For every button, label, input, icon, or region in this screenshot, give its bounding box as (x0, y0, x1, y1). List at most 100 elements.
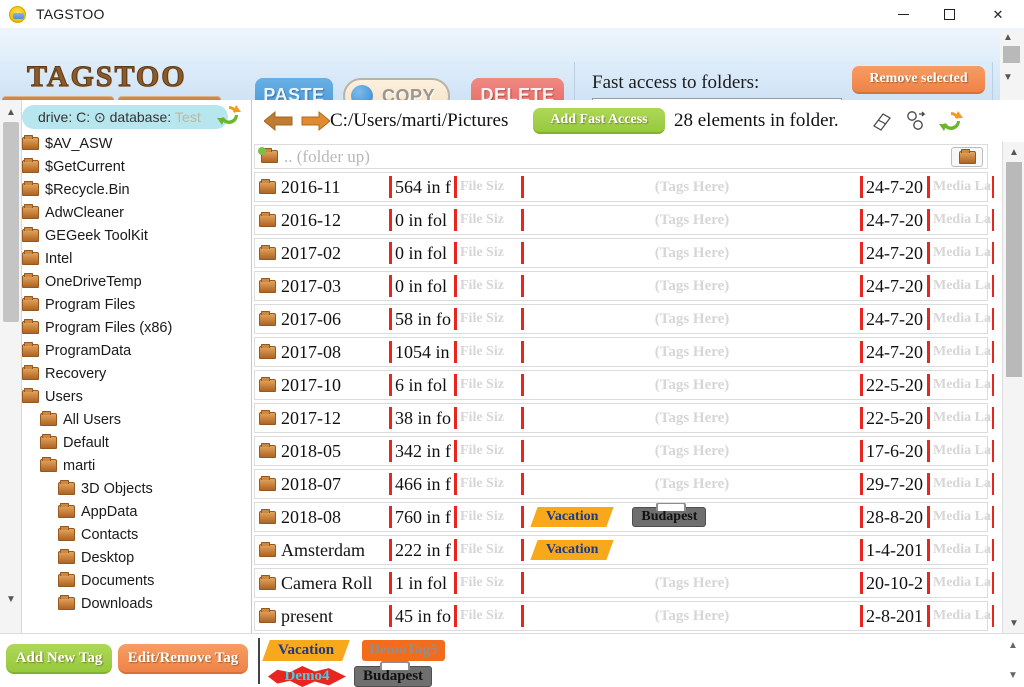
list-scroll-thumb[interactable] (1006, 162, 1022, 377)
arrow-left-icon[interactable] (264, 110, 294, 132)
tag-chip-vacation[interactable]: Vacation (530, 507, 615, 527)
sidebar-scroll-down-arrow[interactable]: ▼ (3, 591, 19, 607)
top-scrollbar[interactable]: ▲ ▼ (1000, 30, 1024, 100)
sidebar-item-getcurrent[interactable]: $GetCurrent (22, 155, 251, 178)
table-row[interactable]: 2016-11 564 in f File Siz (Tags Here) 24-7-2… (254, 172, 994, 202)
close-button[interactable]: ✕ (972, 0, 1024, 28)
row-tags-cell[interactable]: (Tags Here) (524, 239, 860, 267)
row-tags-cell[interactable]: (Tags Here) (524, 602, 860, 630)
edit-remove-tag-button[interactable]: Edit/Remove Tag (118, 644, 248, 674)
sidebar-item-contacts[interactable]: Contacts (22, 523, 251, 546)
row-tags-cell[interactable]: (Tags Here) (524, 272, 860, 300)
tag-chip-vacation[interactable]: Vacation (262, 640, 350, 661)
row-tags-cell[interactable]: (Tags Here) (524, 173, 860, 201)
sidebar-item-all-users[interactable]: All Users (22, 408, 251, 431)
sidebar-item-recycle-bin[interactable]: $Recycle.Bin (22, 178, 251, 201)
sidebar-item-marti[interactable]: marti (22, 454, 251, 477)
tag-chip-budapest[interactable]: Budapest (632, 503, 707, 527)
tag-chip-demo4[interactable]: Demo4 (268, 666, 346, 687)
swap-circles-icon[interactable] (904, 109, 928, 138)
sidebar-item-programdata[interactable]: ProgramData (22, 339, 251, 362)
sidebar-item-3d-objects[interactable]: 3D Objects (22, 477, 251, 500)
table-row[interactable]: 2017-06 58 in fo File Siz (Tags Here) 24-7-2… (254, 304, 994, 334)
sidebar-item-program-files-x86[interactable]: Program Files (x86) (22, 316, 251, 339)
arrow-right-icon[interactable] (300, 110, 330, 132)
sidebar-item-desktop[interactable]: Desktop (22, 546, 251, 569)
list-scroll-down-arrow[interactable]: ▼ (1006, 616, 1022, 630)
maximize-button[interactable] (926, 0, 972, 28)
row-tags-cell[interactable]: (Tags Here) (524, 338, 860, 366)
column-resize-handle[interactable] (992, 275, 994, 297)
minimize-button[interactable] (880, 0, 926, 28)
copy-toggle-button[interactable]: COPY (343, 78, 450, 100)
top-scroll-down-arrow[interactable]: ▼ (1003, 72, 1013, 83)
table-row[interactable]: 2017-10 6 in fol File Siz (Tags Here) 22-5-2… (254, 370, 994, 400)
table-row[interactable]: present 45 in fo File Siz (Tags Here) 2-8-20… (254, 601, 994, 631)
refresh-icon[interactable] (938, 108, 964, 139)
delete-button[interactable]: DELETE (471, 78, 564, 100)
column-resize-handle[interactable] (992, 473, 994, 495)
row-tags-cell[interactable]: (Tags Here) (524, 437, 860, 465)
column-resize-handle[interactable] (992, 605, 994, 627)
table-row[interactable]: 2017-03 0 in fol File Siz (Tags Here) 24-7-2… (254, 271, 994, 301)
open-folder-icon[interactable] (951, 147, 983, 167)
sidebar-item-recovery[interactable]: Recovery (22, 362, 251, 385)
sidebar-item-intel[interactable]: Intel (22, 247, 251, 270)
table-row[interactable]: Amsterdam 222 in f File Siz Vacation 1-4-201… (254, 535, 994, 565)
row-tags-cell[interactable]: (Tags Here) (524, 371, 860, 399)
sidebar-scroll-thumb[interactable] (3, 122, 19, 322)
add-new-tag-button[interactable]: Add New Tag (6, 644, 112, 674)
table-row[interactable]: 2017-12 38 in fo File Siz (Tags Here) 22-5-2… (254, 403, 994, 433)
table-row[interactable]: Camera Roll 1 in fol File Siz (Tags Here) 20… (254, 568, 994, 598)
file-list-scrollbar[interactable]: ▲ ▼ (1002, 142, 1024, 633)
sidebar-item-gegeek-toolkit[interactable]: GEGeek ToolKit (22, 224, 251, 247)
tag-panel-scroll-up-arrow[interactable]: ▲ (1005, 638, 1021, 652)
sidebar-item-av-asw[interactable]: $AV_ASW (22, 132, 251, 155)
sidebar-item-program-files[interactable]: Program Files (22, 293, 251, 316)
remove-selected-button[interactable]: Remove selected (852, 66, 985, 94)
row-tags-cell[interactable]: (Tags Here) (524, 470, 860, 498)
tag-panel-scroll-down-arrow[interactable]: ▼ (1005, 668, 1021, 682)
table-row[interactable]: 2017-08 1054 in File Siz (Tags Here) 24-7-20… (254, 337, 994, 367)
column-resize-handle[interactable] (992, 176, 994, 198)
sidebar-item-documents[interactable]: Documents (22, 569, 251, 592)
column-resize-handle[interactable] (992, 209, 994, 231)
sidebar-item-default[interactable]: Default (22, 431, 251, 454)
copy-toggle-knob[interactable] (351, 85, 373, 100)
row-tags-cell[interactable]: (Tags Here) (524, 206, 860, 234)
column-resize-handle[interactable] (992, 506, 994, 528)
column-resize-handle[interactable] (992, 242, 994, 264)
add-fast-access-button[interactable]: Add Fast Access (533, 108, 665, 134)
tag-chip-budapest[interactable]: Budapest (354, 661, 433, 687)
tag-chip-demotag5[interactable]: DemoTag5 (362, 640, 445, 661)
sidebar-item-downloads[interactable]: Downloads (22, 592, 251, 615)
table-row[interactable]: 2018-05 342 in f File Siz (Tags Here) 17-6-2… (254, 436, 994, 466)
sidebar-scroll-up-arrow[interactable]: ▲ (3, 104, 19, 120)
row-tags-cell[interactable]: Vacation (524, 536, 860, 564)
row-tags-cell[interactable]: (Tags Here) (524, 305, 860, 333)
column-resize-handle[interactable] (992, 407, 994, 429)
table-row[interactable]: 2017-02 0 in fol File Siz (Tags Here) 24-7-2… (254, 238, 994, 268)
column-resize-handle[interactable] (992, 440, 994, 462)
top-scroll-thumb[interactable] (1003, 46, 1020, 63)
table-row[interactable]: 2016-12 0 in fol File Siz (Tags Here) 24-7-2… (254, 205, 994, 235)
list-scroll-up-arrow[interactable]: ▲ (1006, 145, 1022, 159)
sidebar-item-onedrivetemp[interactable]: OneDriveTemp (22, 270, 251, 293)
row-tags-cell[interactable]: (Tags Here) (524, 569, 860, 597)
folder-up-row[interactable]: .. (folder up) (254, 144, 988, 169)
table-row[interactable]: 2018-07 466 in f File Siz (Tags Here) 29-7-2… (254, 469, 994, 499)
column-resize-handle[interactable] (992, 374, 994, 396)
row-tags-cell[interactable]: (Tags Here) (524, 404, 860, 432)
sidebar-item-users[interactable]: Users (22, 385, 251, 408)
sidebar-item-appdata[interactable]: AppData (22, 500, 251, 523)
eraser-icon[interactable] (870, 109, 894, 138)
table-row[interactable]: 2018-08 760 in f File Siz Vacation Budapest 2… (254, 502, 994, 532)
column-resize-handle[interactable] (992, 572, 994, 594)
sidebar-scrollbar[interactable]: ▲ ▼ (0, 100, 22, 633)
paste-button[interactable]: PASTE (255, 78, 333, 100)
column-resize-handle[interactable] (992, 341, 994, 363)
drive-database-bar[interactable]: drive: C: ⊙ database: Test (22, 105, 228, 129)
sidebar-item-adwcleaner[interactable]: AdwCleaner (22, 201, 251, 224)
database-refresh-icon[interactable] (216, 102, 242, 128)
column-resize-handle[interactable] (992, 539, 994, 561)
